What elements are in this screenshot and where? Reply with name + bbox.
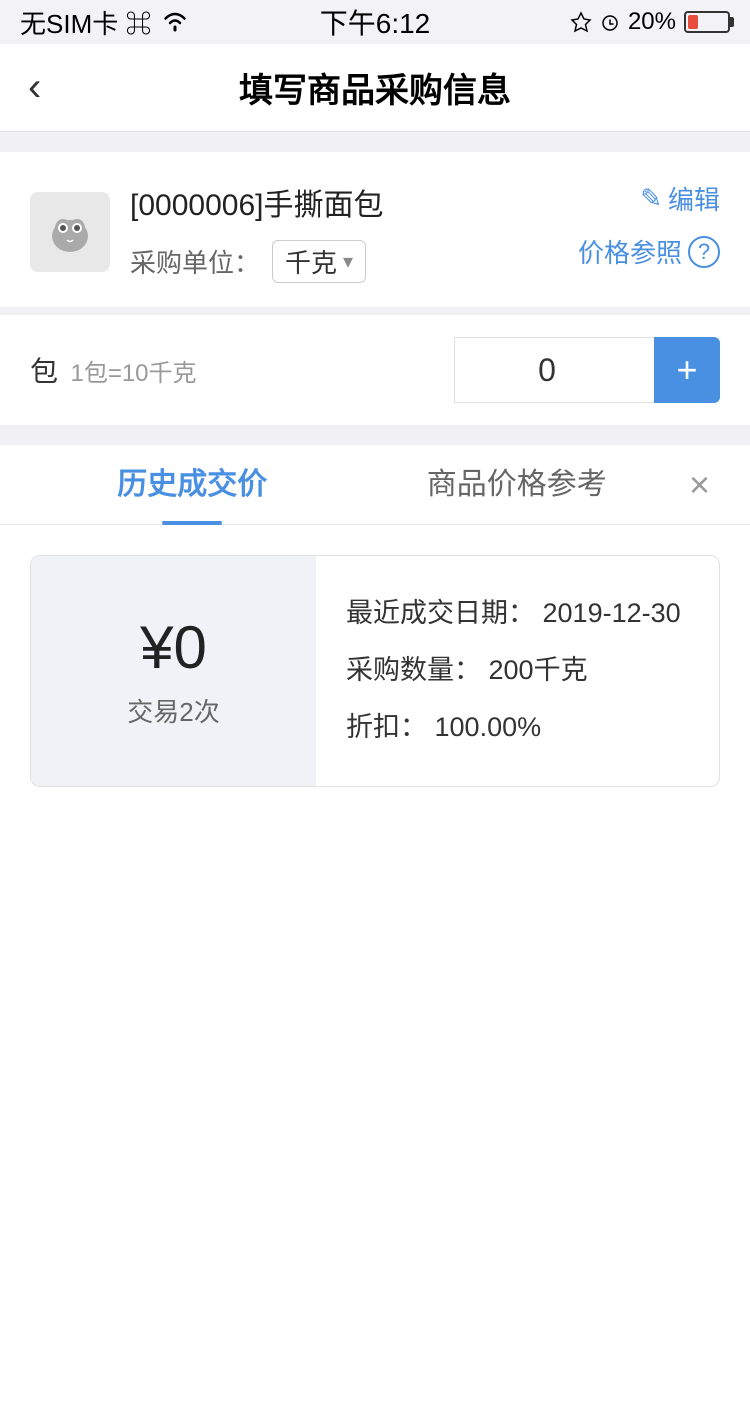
carrier-text: 无SIM卡 ⌘ <box>20 4 151 41</box>
nav-bar: ‹ 填写商品采购信息 <box>0 44 750 132</box>
divider-1 <box>0 307 750 315</box>
page-title: 填写商品采购信息 <box>239 63 511 112</box>
location-icon <box>570 11 592 33</box>
status-carrier: 无SIM卡 ⌘ <box>20 4 189 41</box>
tab-underline <box>162 521 222 525</box>
product-thumbnail <box>30 192 110 272</box>
recent-date-row: 最近成交日期： 2019-12-30 <box>346 592 689 635</box>
product-info: [0000006]手撕面包 采购单位： 千克 ▾ <box>130 180 383 283</box>
discount-row: 折扣： 100.00% <box>346 706 689 749</box>
price-amount: ¥0 <box>140 613 207 682</box>
pack-label: 包 <box>30 356 58 387</box>
chevron-down-icon: ▾ <box>343 249 353 274</box>
status-time: 下午6:12 <box>320 2 431 42</box>
status-bar: 无SIM卡 ⌘ 下午6:12 20% <box>0 0 750 44</box>
price-count: 交易2次 <box>127 692 219 729</box>
price-card-left: ¥0 交易2次 <box>31 556 316 786</box>
close-button[interactable]: × <box>679 464 720 506</box>
price-card-right: 最近成交日期： 2019-12-30 采购数量： 200千克 折扣： 100.0… <box>316 556 719 786</box>
product-card: [0000006]手撕面包 采购单位： 千克 ▾ ✎ 编辑 价格参照 ? <box>0 152 750 307</box>
quantity-input[interactable] <box>454 337 654 403</box>
tab-history-price[interactable]: 历史成交价 <box>30 445 354 525</box>
history-panel: ¥0 交易2次 最近成交日期： 2019-12-30 采购数量： 200千克 折… <box>0 525 750 817</box>
back-button[interactable]: ‹ <box>28 65 41 110</box>
quantity-row: 包 1包=10千克 + <box>0 315 750 425</box>
quantity-plus-button[interactable]: + <box>654 337 720 403</box>
battery-icon <box>684 11 730 33</box>
edit-icon: ✎ <box>640 183 662 214</box>
tabs-bar: 历史成交价 商品价格参考 × <box>0 445 750 525</box>
alarm-icon <box>600 12 620 32</box>
price-card: ¥0 交易2次 最近成交日期： 2019-12-30 采购数量： 200千克 折… <box>30 555 720 787</box>
edit-button[interactable]: ✎ 编辑 <box>640 180 720 217</box>
status-right: 20% <box>570 8 730 36</box>
quantity-input-wrap: + <box>454 337 720 403</box>
product-image <box>40 202 100 262</box>
quantity-label-wrap: 包 1包=10千克 <box>30 350 197 390</box>
product-name: [0000006]手撕面包 <box>130 180 383 224</box>
pack-ratio: 1包=10千克 <box>70 360 196 387</box>
tab-price-reference[interactable]: 商品价格参考 <box>354 445 678 525</box>
unit-select[interactable]: 千克 ▾ <box>272 240 366 283</box>
battery-percent: 20% <box>628 8 676 36</box>
price-ref-help-icon: ? <box>688 236 720 268</box>
wifi-icon <box>161 11 189 33</box>
purchase-qty-row: 采购数量： 200千克 <box>346 649 689 692</box>
price-ref-button[interactable]: 价格参照 ? <box>578 233 720 270</box>
product-actions: ✎ 编辑 价格参照 ? <box>578 180 720 270</box>
unit-label: 采购单位： <box>130 243 260 280</box>
bottom-space <box>0 817 750 1417</box>
